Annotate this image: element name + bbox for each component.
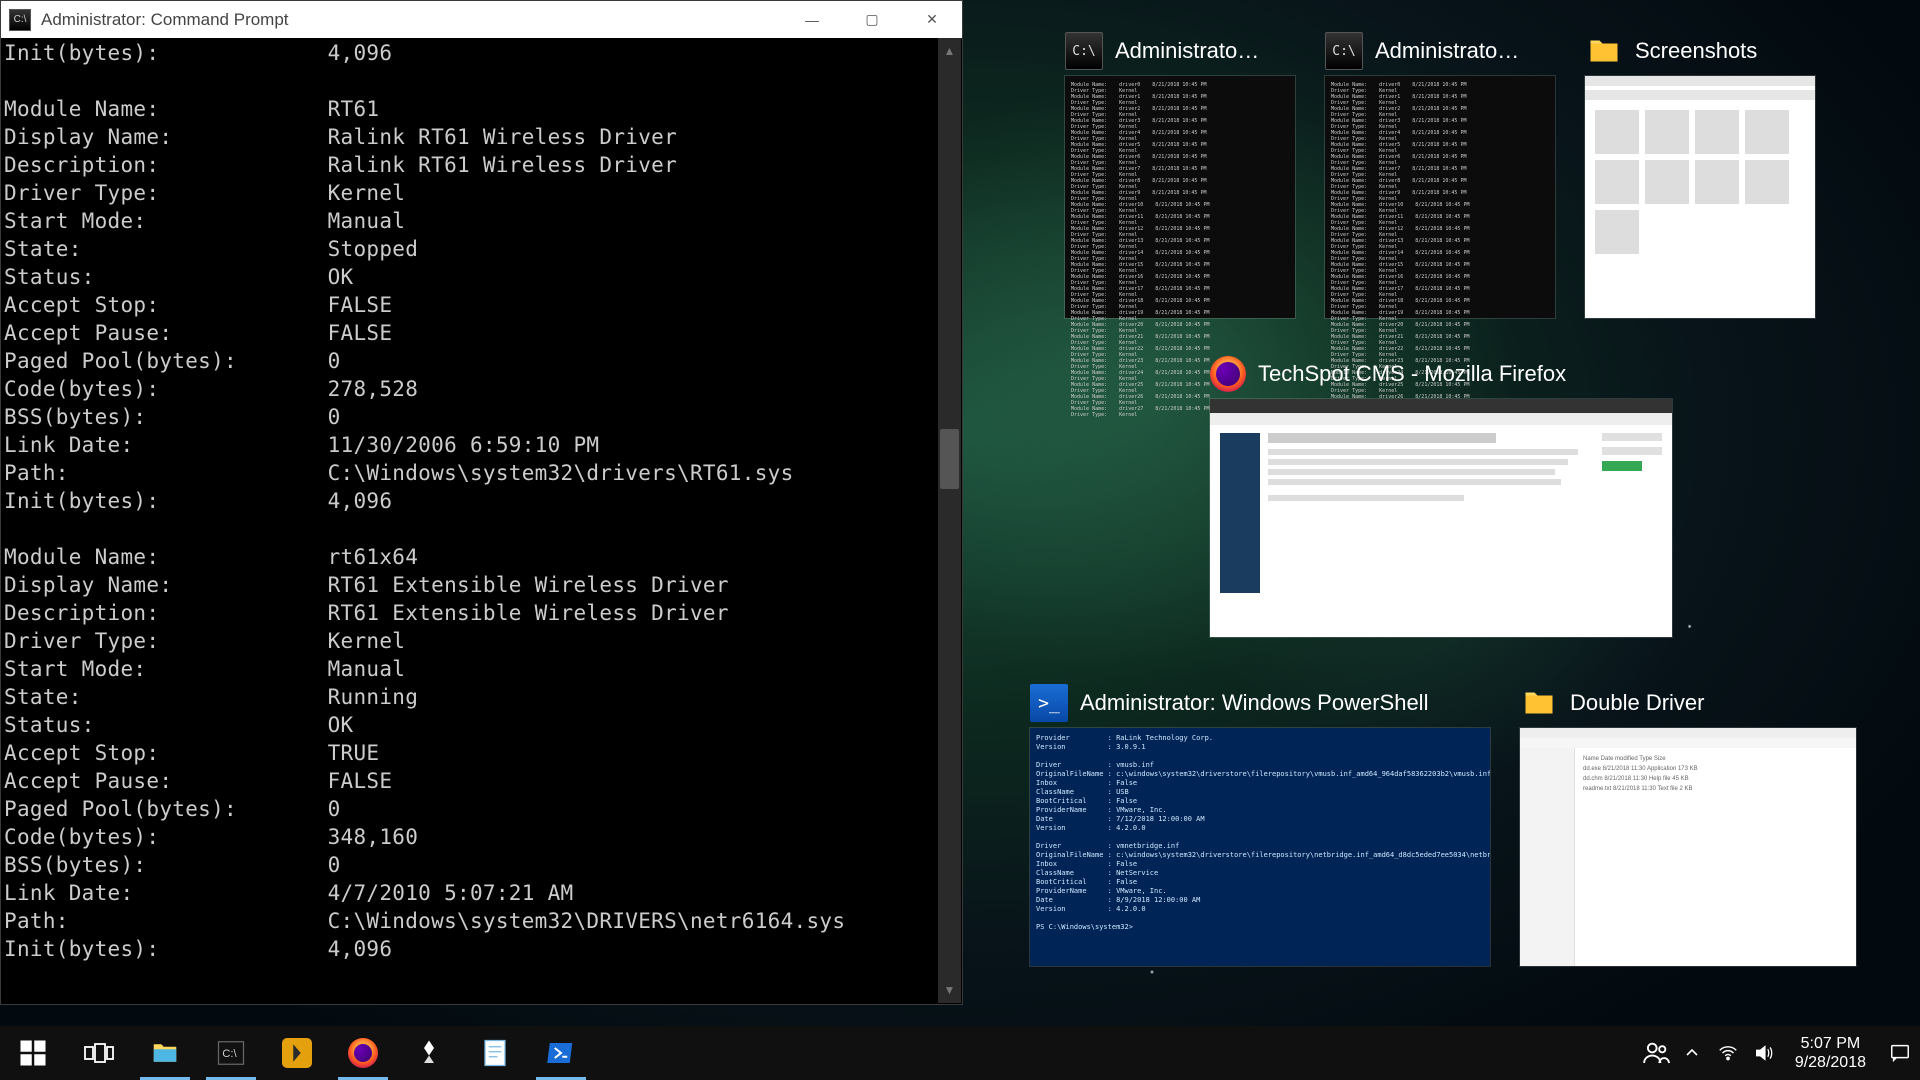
firefox-icon [1210,356,1246,392]
taskview-preview [1585,76,1815,318]
taskview-title: Double Driver [1570,690,1705,716]
cmd-icon: C:\ [1325,32,1363,70]
taskbar[interactable]: C:\ 5:07 PM 9/28/2018 [0,1026,1920,1080]
ps-icon: >_ [1030,684,1068,722]
taskview-preview: Name Date modified Type Sizedd.exe 8/21/… [1520,728,1856,966]
clock-date: 9/28/2018 [1795,1053,1866,1072]
action-center-icon[interactable] [1880,1026,1920,1080]
taskview-title: Administrator: Windows PowerShell [1080,690,1428,716]
cmd-scrollbar[interactable]: ▲ ▼ [938,38,961,1003]
wifi-icon[interactable] [1711,1026,1745,1080]
taskview-preview [1210,399,1672,637]
taskbar-start[interactable] [0,1026,66,1080]
cmd-icon: C:\ [1065,32,1103,70]
taskview-thumb-administrator-windows-powershell[interactable]: >_ Administrator: Windows PowerShell Provi… [1030,682,1490,966]
taskbar-notepad[interactable] [462,1026,528,1080]
volume-icon[interactable] [1747,1026,1781,1080]
taskview-preview: Module Name: driver0 8/21/2018 10:45 PM … [1325,76,1555,318]
cmd-title: Administrator: Command Prompt [41,10,782,30]
taskview-title: Screenshots [1635,38,1757,64]
minimize-button[interactable]: — [782,1,842,38]
scroll-up-arrow[interactable]: ▲ [944,38,956,64]
taskview-thumb-double-driver[interactable]: Double Driver Name Date modified Type Siz… [1520,682,1856,966]
clock-time: 5:07 PM [1795,1034,1866,1053]
people-icon[interactable] [1639,1026,1673,1080]
taskbar-task-view[interactable] [66,1026,132,1080]
taskbar-clock[interactable]: 5:07 PM 9/28/2018 [1783,1034,1878,1072]
folder-icon [1585,32,1623,70]
cmd-titlebar[interactable]: C:\ Administrator: Command Prompt — ▢ ✕ [1,1,962,38]
taskview-thumb-administrato[interactable]: C:\ Administrato… Module Name: driver0 8/2… [1325,30,1555,318]
taskbar-cmd[interactable]: C:\ [198,1026,264,1080]
folder-icon [1520,684,1558,722]
taskview-thumb-screenshots[interactable]: Screenshots [1585,30,1815,318]
chevron-up-icon[interactable] [1675,1026,1709,1080]
taskview-preview: Provider : RaLink Technology Corp. Versi… [1030,728,1490,966]
cmd-window[interactable]: C:\ Administrator: Command Prompt — ▢ ✕ … [0,0,963,1005]
taskview-thumb-administrato[interactable]: C:\ Administrato… Module Name: driver0 8/2… [1065,30,1295,318]
svg-text:C:\: C:\ [222,1048,237,1060]
taskview-title: Administrato… [1115,38,1259,64]
taskbar-powershell[interactable] [528,1026,594,1080]
cmd-output[interactable]: Init(bytes): 4,096 Module Name: RT61 Dis… [2,38,938,1003]
scroll-down-arrow[interactable]: ▼ [944,977,956,1003]
taskbar-plex[interactable] [264,1026,330,1080]
close-button[interactable]: ✕ [902,1,962,38]
taskview-title: TechSpot CMS - Mozilla Firefox [1258,361,1566,387]
taskview-title: Administrato… [1375,38,1519,64]
maximize-button[interactable]: ▢ [842,1,902,38]
taskbar-file-explorer[interactable] [132,1026,198,1080]
scroll-track[interactable] [938,64,961,977]
taskview-preview: Module Name: driver0 8/21/2018 10:45 PM … [1065,76,1295,318]
taskbar-firefox[interactable] [330,1026,396,1080]
taskbar-app-generic[interactable] [396,1026,462,1080]
cmd-icon: C:\ [9,9,31,31]
taskview-thumb-techspot-cms-mozilla-firefox[interactable]: TechSpot CMS - Mozilla Firefox [1210,353,1672,637]
scroll-thumb[interactable] [940,429,959,489]
